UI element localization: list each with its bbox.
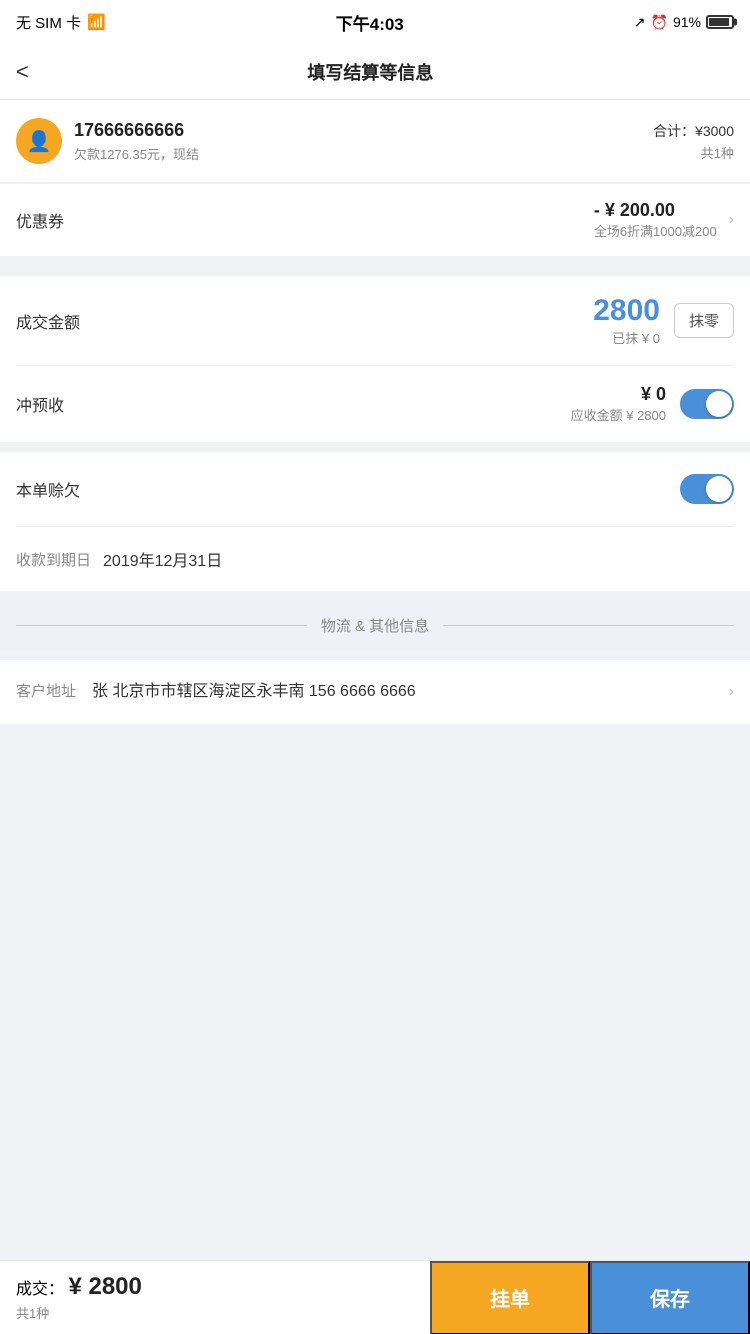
coupon-label: 优惠券 bbox=[16, 208, 64, 232]
nav-bar: < 填写结算等信息 bbox=[0, 44, 750, 100]
prepay-toggle[interactable] bbox=[680, 389, 734, 419]
section-divider-2 bbox=[0, 442, 750, 452]
pardon-toggle-knob bbox=[706, 476, 732, 502]
amount-section: 成交金额 2800 已抹 ¥ 0 抹零 冲预收 ¥ 0 应收金额 ¥ 2800 bbox=[0, 276, 750, 442]
customer-left: 👤 17666666666 欠款1276.35元，现结 bbox=[16, 118, 199, 164]
bottom-summary-top: 成交： ¥ 2800 bbox=[16, 1273, 414, 1301]
logistics-line-left bbox=[16, 625, 307, 626]
prepay-sub: 应收金额 ¥ 2800 bbox=[571, 405, 666, 424]
logistics-text: 物流 & 其他信息 bbox=[321, 615, 429, 636]
prepay-value: ¥ 0 bbox=[571, 384, 666, 405]
bottom-summary-count: 共1种 bbox=[16, 1303, 414, 1322]
page-title: 填写结算等信息 bbox=[41, 59, 700, 85]
bottom-summary-prefix: 成交： bbox=[16, 1281, 64, 1298]
bottom-summary: 成交： ¥ 2800 共1种 bbox=[0, 1273, 430, 1322]
duedate-label: 收款到期日 bbox=[16, 549, 91, 570]
status-right: ↗ ⏰ 91% bbox=[634, 14, 734, 31]
coupon-desc: 全场6折满1000减200 bbox=[594, 221, 717, 240]
customer-info: 17666666666 欠款1276.35元，现结 bbox=[74, 120, 199, 163]
address-row[interactable]: 客户地址 张 北京市市辖区海淀区永丰南 156 6666 6666 › bbox=[0, 660, 750, 724]
address-section: 客户地址 张 北京市市辖区海淀区永丰南 156 6666 6666 › bbox=[0, 660, 750, 724]
logistics-divider: 物流 & 其他信息 bbox=[0, 601, 750, 650]
pardon-row: 本单赊欠 bbox=[0, 452, 750, 526]
duedate-value: 2019年12月31日 bbox=[103, 547, 222, 571]
amount-right: 2800 已抹 ¥ 0 抹零 bbox=[593, 294, 734, 347]
customer-phone: 17666666666 bbox=[74, 120, 199, 141]
total-label: 合计：¥3000 bbox=[653, 121, 734, 141]
customer-right: 合计：¥3000 共1种 bbox=[653, 121, 734, 162]
bottom-summary-amount: ¥ 2800 bbox=[68, 1273, 141, 1300]
amount-value: 2800 bbox=[593, 294, 660, 327]
section-divider-1 bbox=[0, 266, 750, 276]
amount-label: 成交金额 bbox=[16, 309, 80, 333]
bottom-spacer bbox=[0, 944, 750, 1018]
pending-button[interactable]: 挂单 bbox=[430, 1261, 590, 1334]
prepay-label: 冲预收 bbox=[16, 392, 64, 416]
pardon-toggle[interactable] bbox=[680, 474, 734, 504]
section-divider-3 bbox=[0, 591, 750, 601]
bottom-bar: 成交： ¥ 2800 共1种 挂单 保存 bbox=[0, 1260, 750, 1334]
coupon-chevron-icon: › bbox=[729, 211, 734, 229]
address-label: 客户地址 bbox=[16, 680, 76, 701]
pardon-label: 本单赊欠 bbox=[16, 477, 80, 501]
duedate-section: 收款到期日 2019年12月31日 bbox=[0, 526, 750, 591]
battery-percent: 91% bbox=[673, 14, 701, 30]
prepay-info: ¥ 0 应收金额 ¥ 2800 bbox=[571, 384, 666, 424]
toggle-knob bbox=[706, 391, 732, 417]
customer-sub-text: 欠款1276.35元，现结 bbox=[74, 144, 199, 163]
status-time: 下午4:03 bbox=[336, 10, 404, 35]
avatar-icon: 👤 bbox=[27, 129, 52, 154]
round-button[interactable]: 抹零 bbox=[674, 303, 734, 338]
back-button[interactable]: < bbox=[16, 51, 41, 93]
amount-row: 成交金额 2800 已抹 ¥ 0 抹零 bbox=[16, 276, 734, 366]
customer-card: 👤 17666666666 欠款1276.35元，现结 合计：¥3000 共1种… bbox=[0, 100, 750, 256]
battery-icon bbox=[706, 15, 734, 29]
wifi-icon: 📶 bbox=[87, 13, 106, 31]
address-value: 张 北京市市辖区海淀区永丰南 156 6666 6666 bbox=[92, 680, 721, 704]
coupon-discount: - ¥ 200.00 bbox=[594, 200, 717, 221]
logistics-line-right bbox=[443, 625, 734, 626]
alarm-icon: ⏰ bbox=[651, 14, 668, 31]
duedate-row: 收款到期日 2019年12月31日 bbox=[16, 526, 734, 591]
avatar: 👤 bbox=[16, 118, 62, 164]
address-chevron-icon: › bbox=[729, 683, 734, 701]
coupon-right: - ¥ 200.00 全场6折满1000减200 › bbox=[594, 200, 734, 240]
gray-area bbox=[0, 724, 750, 944]
prepay-row: 冲预收 ¥ 0 应收金额 ¥ 2800 bbox=[16, 366, 734, 442]
section-divider-4 bbox=[0, 650, 750, 660]
amount-sub: 已抹 ¥ 0 bbox=[593, 328, 660, 347]
status-left: 无 SIM 卡 📶 bbox=[16, 12, 106, 33]
no-sim-text: 无 SIM 卡 bbox=[16, 12, 81, 33]
total-count: 共1种 bbox=[653, 143, 734, 162]
status-bar: 无 SIM 卡 📶 下午4:03 ↗ ⏰ 91% bbox=[0, 0, 750, 44]
save-button[interactable]: 保存 bbox=[590, 1261, 750, 1334]
location-icon: ↗ bbox=[634, 14, 646, 31]
coupon-row[interactable]: 优惠券 - ¥ 200.00 全场6折满1000减200 › bbox=[0, 183, 750, 256]
